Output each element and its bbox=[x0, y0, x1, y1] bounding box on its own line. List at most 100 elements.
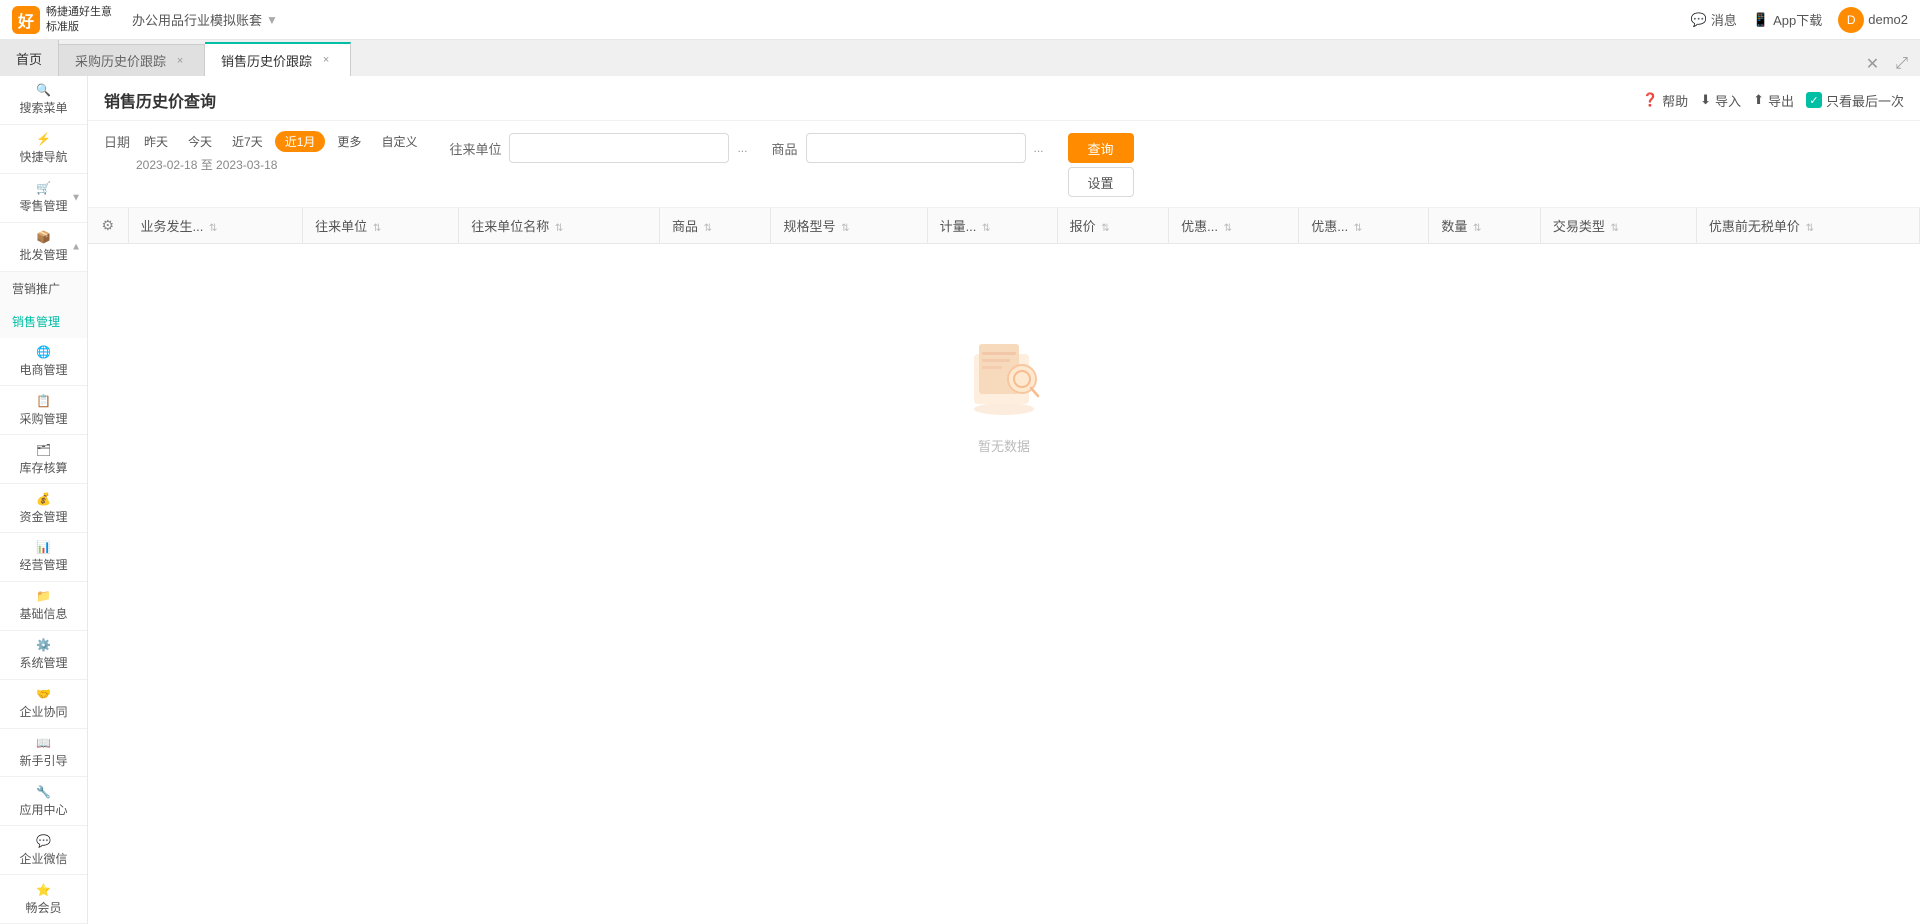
date-opt-1month[interactable]: 近1月 bbox=[275, 131, 326, 152]
user-btn[interactable]: D demo2 bbox=[1838, 7, 1908, 33]
sidebar-item-system[interactable]: ⚙️ 系统管理 bbox=[0, 631, 87, 680]
empty-illustration bbox=[954, 324, 1054, 424]
sort-icon-goods: ⇅ bbox=[704, 223, 712, 234]
counterparty-dots[interactable]: ... bbox=[737, 141, 747, 155]
chevron-up-icon: ▲ bbox=[71, 241, 81, 252]
col-spec[interactable]: 规格型号 ⇅ bbox=[771, 208, 927, 244]
sidebar-item-inventory[interactable]: 🗂 库存核算 bbox=[0, 435, 87, 484]
retail-icon: 🛒 bbox=[36, 181, 51, 195]
sort-icon-unit: ⇅ bbox=[982, 223, 990, 234]
only-last-checkbox[interactable]: ✓ 只看最后一次 bbox=[1806, 91, 1904, 110]
col-quote[interactable]: 报价 ⇅ bbox=[1057, 208, 1169, 244]
message-btn[interactable]: 💬 消息 bbox=[1691, 10, 1737, 29]
page-actions: ❓ 帮助 ⬇ 导入 ⬆ 导出 ✓ 只看最后一次 bbox=[1642, 91, 1904, 110]
sort-icon-discount2: ⇅ bbox=[1354, 223, 1362, 234]
chevron-down-icon: ▼ bbox=[71, 192, 81, 203]
date-opt-7days[interactable]: 近7天 bbox=[224, 131, 271, 152]
tab-sales-close[interactable]: × bbox=[318, 52, 334, 68]
app-download-btn[interactable]: 📱 App下载 bbox=[1753, 10, 1822, 29]
sidebar-label-system: 系统管理 bbox=[19, 654, 67, 671]
query-button[interactable]: 查询 bbox=[1068, 133, 1134, 163]
sidebar-label-marketing: 营销推广 bbox=[12, 280, 60, 297]
col-counterparty-name[interactable]: 往来单位名称 ⇅ bbox=[459, 208, 660, 244]
help-btn[interactable]: ❓ 帮助 bbox=[1642, 91, 1688, 110]
col-discount2[interactable]: 优惠... ⇅ bbox=[1299, 208, 1429, 244]
sort-icon-counterparty-name: ⇅ bbox=[555, 223, 563, 234]
date-opt-yesterday[interactable]: 昨天 bbox=[136, 131, 176, 152]
tab-sales-history[interactable]: 销售历史价跟踪 × bbox=[205, 42, 351, 76]
dropdown-icon[interactable]: ▼ bbox=[266, 13, 278, 27]
system-icon: ⚙️ bbox=[36, 638, 51, 652]
date-options: 昨天 今天 近7天 近1月 更多 自定义 bbox=[136, 131, 425, 152]
empty-state: 暂无数据 bbox=[88, 244, 1920, 535]
import-btn[interactable]: ⬇ 导入 bbox=[1700, 91, 1741, 110]
sidebar-item-guide[interactable]: 📖 新手引导 bbox=[0, 729, 87, 778]
goods-input[interactable] bbox=[806, 133, 1026, 163]
date-label: 日期 bbox=[104, 132, 130, 151]
data-table: ⚙ 业务发生... ⇅ 往来单位 ⇅ 往来单位名称 bbox=[88, 208, 1920, 244]
settings-button[interactable]: 设置 bbox=[1068, 167, 1134, 197]
logo-area[interactable]: 好 畅捷通好生意 标准版 bbox=[12, 5, 112, 34]
sidebar-item-purchase[interactable]: 📋 采购管理 bbox=[0, 386, 87, 435]
app-title-area[interactable]: 办公用品行业模拟账套 ▼ bbox=[132, 10, 278, 29]
page-title: 销售历史价查询 bbox=[104, 88, 216, 112]
col-quantity[interactable]: 数量 ⇅ bbox=[1429, 208, 1541, 244]
tab-home-label: 首页 bbox=[16, 49, 42, 68]
sidebar-item-wholesale-mgmt[interactable]: 📦 批发管理 ▲ bbox=[0, 223, 87, 272]
sort-icon-spec: ⇅ bbox=[841, 223, 849, 234]
tab-home[interactable]: 首页 bbox=[0, 40, 59, 76]
sidebar-item-marketing[interactable]: 营销推广 bbox=[0, 272, 87, 305]
goods-dots[interactable]: ... bbox=[1034, 141, 1044, 155]
tab-bar: 首页 采购历史价跟踪 × 销售历史价跟踪 × ✕ ⤢ bbox=[0, 40, 1920, 76]
search-icon: 🔍 bbox=[36, 83, 51, 97]
wholesale-icon: 📦 bbox=[36, 230, 51, 244]
vip-icon: ⭐ bbox=[36, 883, 51, 897]
close-window-btn[interactable]: ✕ bbox=[1862, 54, 1883, 74]
sidebar-item-wechat[interactable]: 💬 企业微信 bbox=[0, 826, 87, 875]
sidebar-item-quick-nav[interactable]: ⚡ 快捷导航 bbox=[0, 125, 87, 174]
logo-text: 畅捷通好生意 标准版 bbox=[46, 5, 112, 34]
sidebar-item-app-center[interactable]: 🔧 应用中心 bbox=[0, 777, 87, 826]
sidebar-item-search-menu[interactable]: 🔍 搜索菜单 bbox=[0, 76, 87, 125]
export-btn[interactable]: ⬆ 导出 bbox=[1753, 91, 1794, 110]
sidebar-item-enterprise[interactable]: 🤝 企业协同 bbox=[0, 680, 87, 729]
col-unit[interactable]: 计量... ⇅ bbox=[927, 208, 1057, 244]
sidebar-label-retail: 零售管理 bbox=[19, 197, 67, 214]
goods-label: 商品 bbox=[771, 139, 797, 158]
col-pre-tax-price[interactable]: 优惠前无税单价 ⇅ bbox=[1696, 208, 1919, 244]
main-layout: 🔍 搜索菜单 ⚡ 快捷导航 🛒 零售管理 ▼ 📦 批发管理 ▲ 营销推广 销售管… bbox=[0, 76, 1920, 924]
tab-purchase-close[interactable]: × bbox=[172, 53, 188, 69]
date-opt-custom[interactable]: 自定义 bbox=[373, 131, 425, 152]
col-settings[interactable]: ⚙ bbox=[88, 208, 128, 244]
sidebar-item-finance[interactable]: 💰 资金管理 bbox=[0, 484, 87, 533]
col-goods[interactable]: 商品 ⇅ bbox=[659, 208, 771, 244]
col-counterparty[interactable]: 往来单位 ⇅ bbox=[303, 208, 459, 244]
tab-purchase-history[interactable]: 采购历史价跟踪 × bbox=[59, 44, 205, 76]
date-opt-today[interactable]: 今天 bbox=[180, 131, 220, 152]
date-opt-more[interactable]: 更多 bbox=[329, 131, 369, 152]
sidebar-item-ecommerce[interactable]: 🌐 电商管理 bbox=[0, 338, 87, 387]
ecommerce-icon: 🌐 bbox=[36, 345, 51, 359]
sidebar-item-ops[interactable]: 📊 经营管理 bbox=[0, 533, 87, 582]
sidebar-item-retail-mgmt[interactable]: 🛒 零售管理 ▼ bbox=[0, 174, 87, 223]
counterparty-input[interactable] bbox=[509, 133, 729, 163]
counterparty-label: 往来单位 bbox=[449, 139, 501, 158]
sidebar-label-guide: 新手引导 bbox=[19, 752, 67, 769]
table-header-row: ⚙ 业务发生... ⇅ 往来单位 ⇅ 往来单位名称 bbox=[88, 208, 1920, 244]
maximize-btn[interactable]: ⤢ bbox=[1891, 55, 1912, 73]
page-header: 销售历史价查询 ❓ 帮助 ⬇ 导入 ⬆ 导出 ✓ bbox=[88, 76, 1920, 121]
sort-icon-trade-type: ⇅ bbox=[1610, 223, 1618, 234]
sidebar-item-vip[interactable]: ⭐ 畅会员 bbox=[0, 875, 87, 924]
sidebar-item-sales-mgmt[interactable]: 销售管理 bbox=[0, 305, 87, 338]
content-area: 销售历史价查询 ❓ 帮助 ⬇ 导入 ⬆ 导出 ✓ bbox=[88, 76, 1920, 924]
sidebar-item-basic-info[interactable]: 📁 基础信息 bbox=[0, 582, 87, 631]
settings-icon[interactable]: ⚙ bbox=[101, 217, 114, 233]
col-biz-date[interactable]: 业务发生... ⇅ bbox=[128, 208, 303, 244]
sidebar-label-quick-nav: 快捷导航 bbox=[19, 148, 67, 165]
sidebar-label-wechat: 企业微信 bbox=[19, 850, 67, 867]
filter-bar: 日期 昨天 今天 近7天 近1月 更多 自定义 2023-02-18 bbox=[88, 121, 1920, 208]
page-content: 销售历史价查询 ❓ 帮助 ⬇ 导入 ⬆ 导出 ✓ bbox=[88, 76, 1920, 924]
col-discount1[interactable]: 优惠... ⇅ bbox=[1169, 208, 1299, 244]
col-trade-type[interactable]: 交易类型 ⇅ bbox=[1540, 208, 1696, 244]
guide-icon: 📖 bbox=[36, 736, 51, 750]
